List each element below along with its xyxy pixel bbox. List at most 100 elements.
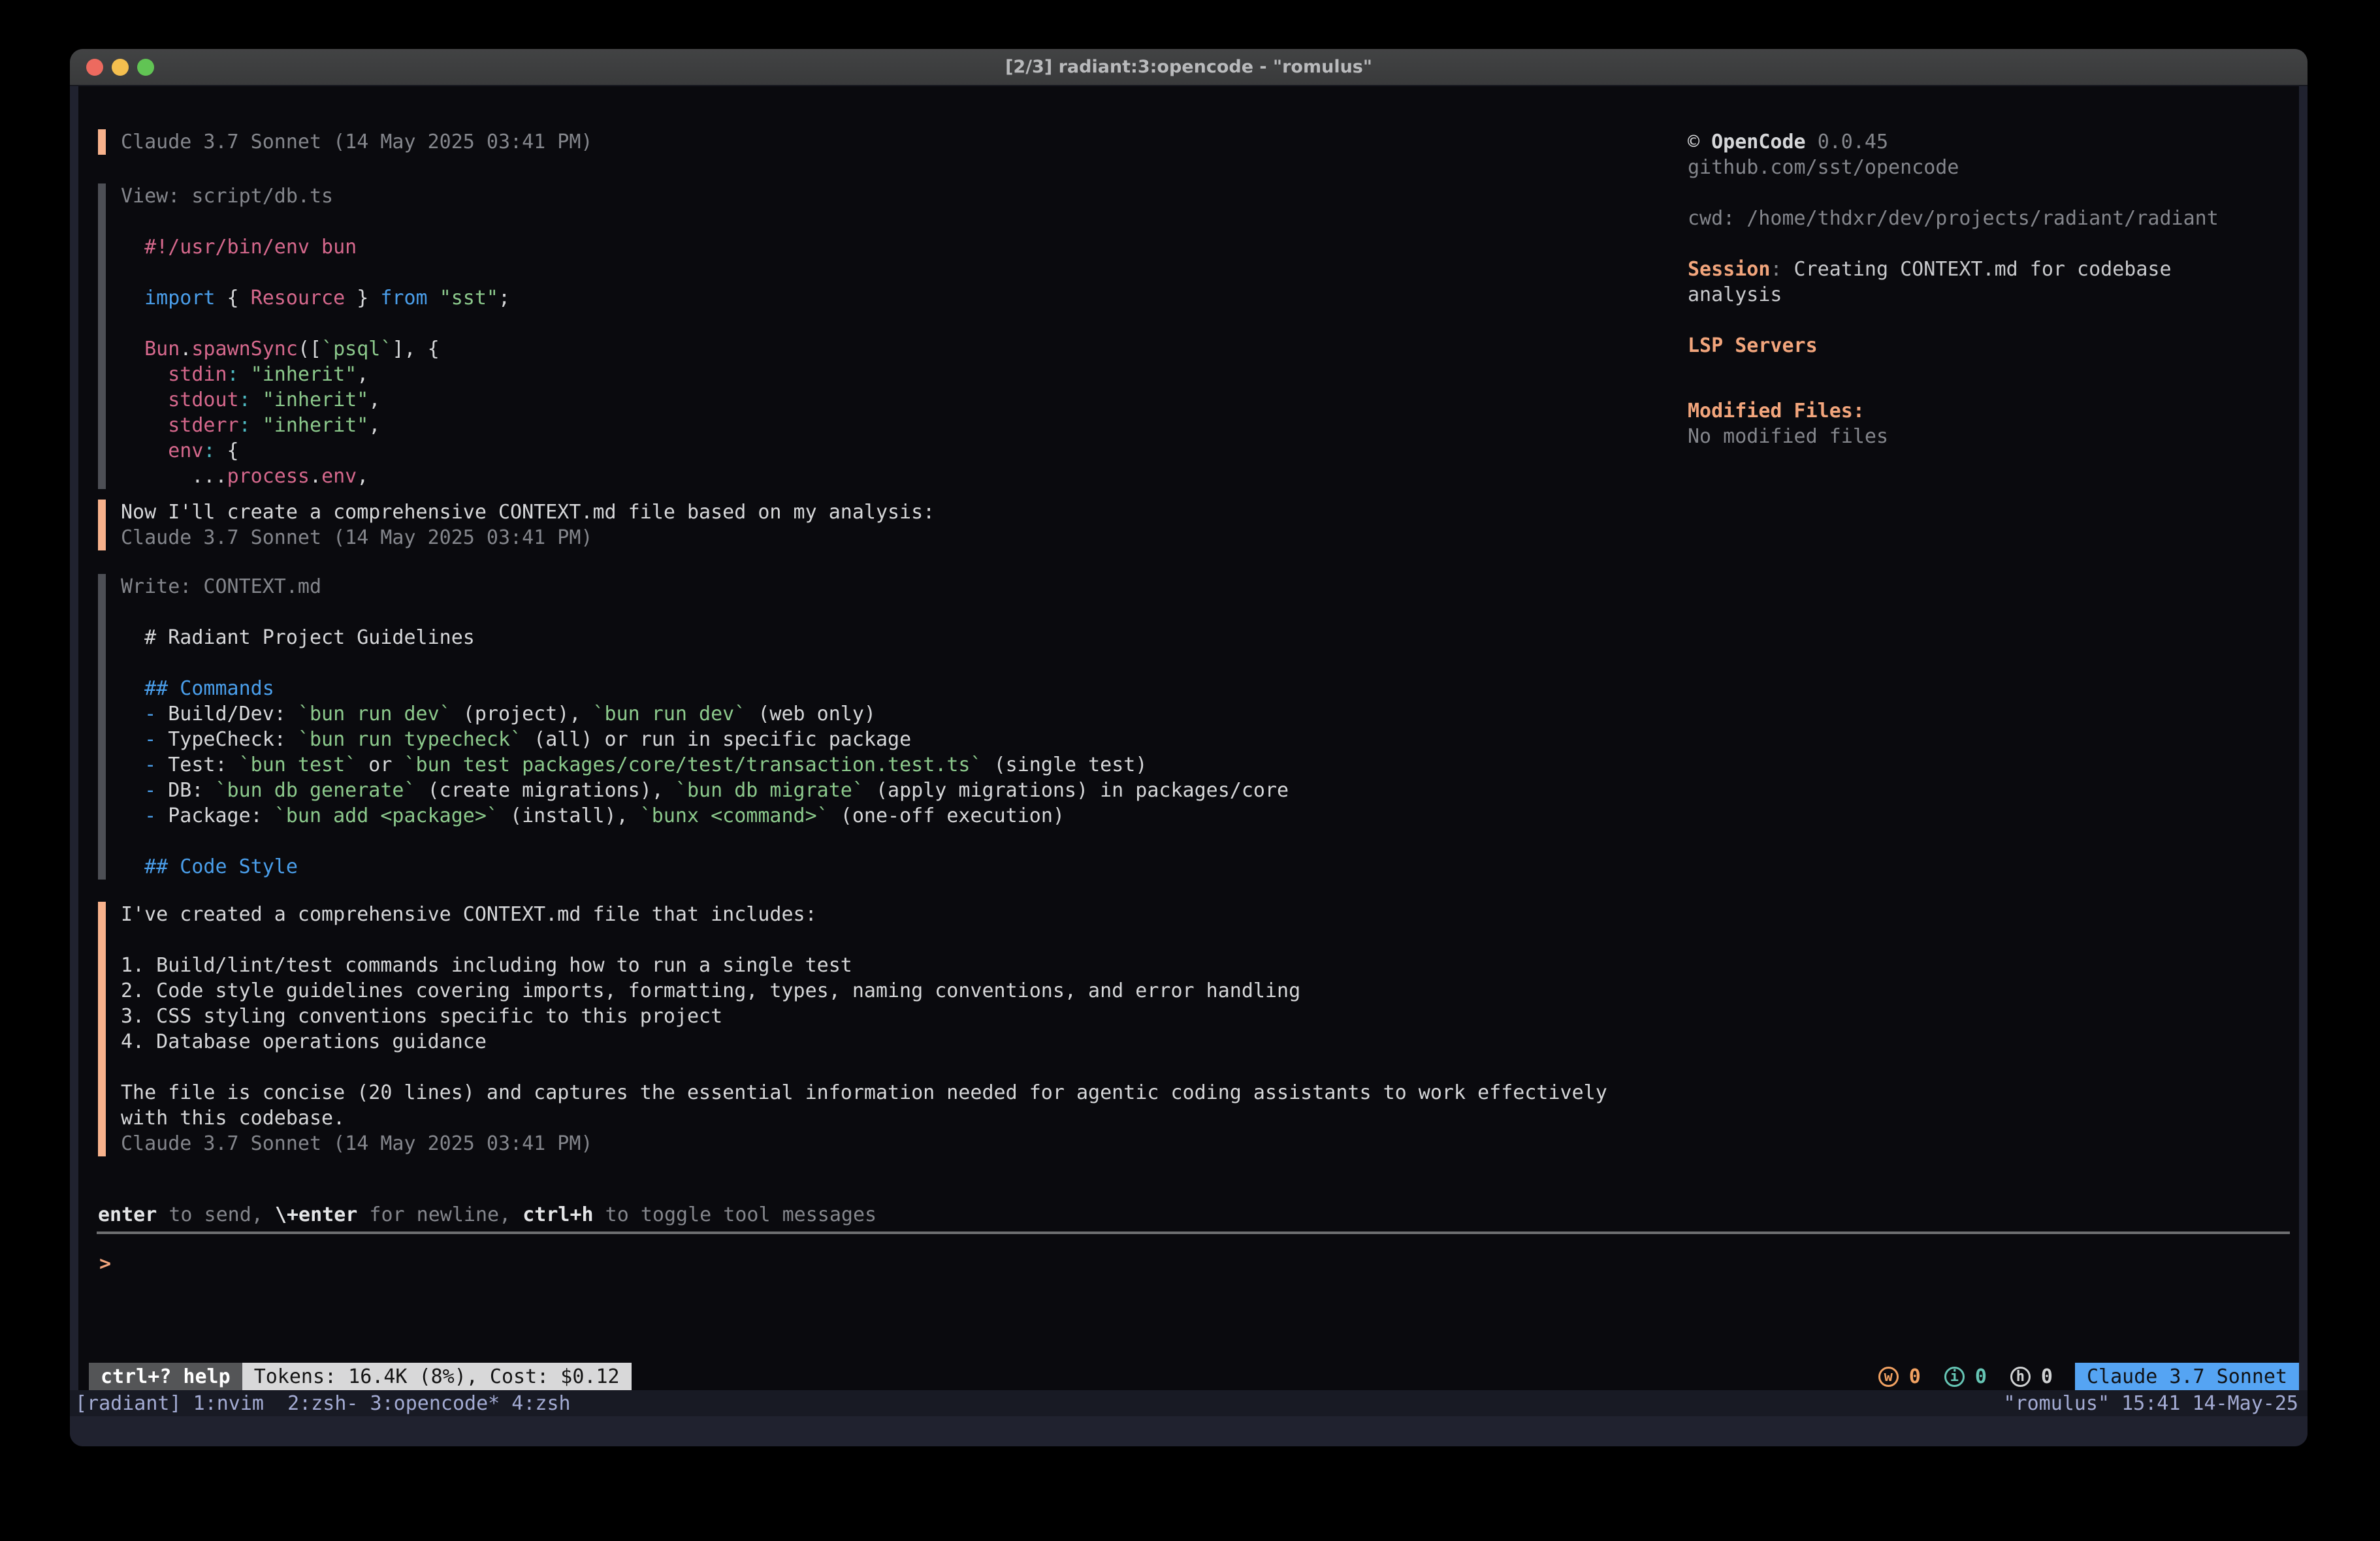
text-span: [251, 414, 263, 437]
terminal-line: - TypeCheck: `bun run typecheck` (all) o…: [121, 727, 1665, 752]
text-span: :: [239, 389, 251, 411]
text-span: .: [310, 465, 321, 488]
repo-link[interactable]: github.com/sst/opencode: [1688, 155, 2262, 180]
text-span: -: [121, 728, 156, 751]
terminal-line: ## Commands: [121, 676, 1665, 701]
text-span: #!/usr/bin/env bun: [121, 236, 357, 259]
text-span: Claude 3.7 Sonnet (14 May 2025 03:41 PM): [121, 526, 592, 549]
terminal-line: [121, 260, 1665, 285]
text-span: enter: [98, 1203, 157, 1226]
text-span: -: [121, 779, 156, 802]
text-span: `bun run typecheck`: [298, 728, 522, 751]
desktop-background: [2/3] radiant:3:opencode - "romulus" Cla…: [0, 0, 2380, 1541]
modified-files-heading: Modified Files:: [1688, 398, 2262, 424]
text-span: or: [357, 754, 404, 776]
assistant-message-tail: Claude 3.7 Sonnet (14 May 2025 03:41 PM): [98, 129, 1665, 155]
text-span: stdin: [121, 363, 227, 386]
text-span: }: [345, 287, 380, 310]
terminal-line: Claude 3.7 Sonnet (14 May 2025 03:41 PM): [121, 1131, 1665, 1156]
tmux-window-list[interactable]: [radiant] 1:nvim 2:zsh- 3:opencode* 4:zs…: [75, 1392, 571, 1415]
sidebar: © OpenCode 0.0.45 github.com/sst/opencod…: [1688, 129, 2262, 449]
text-span: -: [121, 703, 156, 725]
text-span: Resource: [251, 287, 346, 310]
text-span: process: [227, 465, 310, 488]
zoom-button[interactable]: [137, 59, 154, 76]
terminal-line: ## Code Style: [121, 854, 1665, 880]
terminal-line: 1. Build/lint/test commands including ho…: [121, 953, 1665, 978]
session-separator: :: [1770, 258, 1782, 281]
terminal-line: stdout: "inherit",: [121, 387, 1665, 413]
text-span: {: [216, 439, 239, 462]
cwd-line: cwd: /home/thdxr/dev/projects/radiant/ra…: [1688, 206, 2262, 231]
window-titlebar[interactable]: [2/3] radiant:3:opencode - "romulus": [70, 49, 2308, 86]
terminal-line: Now I'll create a comprehensive CONTEXT.…: [121, 500, 1665, 525]
text-span: ,: [357, 363, 368, 386]
text-span: ,: [368, 389, 380, 411]
prompt-symbol: >: [99, 1252, 111, 1275]
text-span: # Radiant Project Guidelines: [121, 626, 475, 649]
text-span: [251, 389, 263, 411]
terminal-line: Bun.spawnSync([`psql`], {: [121, 336, 1665, 362]
text-span: ], {: [392, 338, 439, 360]
text-span: "inherit": [251, 363, 357, 386]
text-span: (single test): [982, 754, 1148, 776]
terminal-line: import { Resource } from "sst";: [121, 285, 1665, 311]
text-span: from: [380, 287, 427, 310]
text-span: :: [227, 363, 239, 386]
terminal-line: [121, 927, 1665, 953]
diagnostic-w-counter: w0: [1878, 1364, 1921, 1390]
minimize-button[interactable]: [112, 59, 129, 76]
terminal-line: Claude 3.7 Sonnet (14 May 2025 03:41 PM): [121, 129, 1665, 155]
text-span: (all) or run in specific package: [522, 728, 911, 751]
terminal-line: View: script/db.ts: [121, 183, 1665, 209]
text-span: Build/Dev:: [156, 703, 298, 725]
text-span: Write: CONTEXT.md: [121, 575, 321, 598]
text-span: ;: [498, 287, 510, 310]
prompt-row: >: [99, 1251, 2299, 1277]
text-span: ## Code Style: [121, 855, 298, 878]
text-span: ([: [298, 338, 321, 360]
terminal-line: stdin: "inherit",: [121, 362, 1665, 387]
text-span: -: [121, 754, 156, 776]
text-span: `bun db migrate`: [675, 779, 864, 802]
text-span: \+enter: [275, 1203, 357, 1226]
close-button[interactable]: [86, 59, 103, 76]
text-span: `psql`: [321, 338, 392, 360]
text-span: import: [121, 287, 216, 310]
text-span: Now I'll create a comprehensive CONTEXT.…: [121, 501, 935, 524]
diagnostic-i-counter: i0: [1944, 1364, 1987, 1390]
conversation: Claude 3.7 Sonnet (14 May 2025 03:41 PM)…: [78, 86, 1665, 1156]
terminal-line: Write: CONTEXT.md: [121, 574, 1665, 599]
text-span: {: [216, 287, 251, 310]
terminal-line: 2. Code style guidelines covering import…: [121, 978, 1665, 1004]
terminal-line: stderr: "inherit",: [121, 413, 1665, 438]
diagnostic-h-counter: h0: [2010, 1364, 2053, 1390]
text-span: "inherit": [263, 414, 369, 437]
model-badge[interactable]: Claude 3.7 Sonnet: [2075, 1363, 2299, 1390]
tmux-status-bar: [radiant] 1:nvim 2:zsh- 3:opencode* 4:zs…: [70, 1390, 2308, 1416]
text-span: `bun test packages/core/test/transaction…: [404, 754, 982, 776]
text-span: (project),: [451, 703, 593, 725]
text-span: ## Commands: [121, 677, 274, 700]
modified-files-empty: No modified files: [1688, 424, 2262, 449]
text-span: :: [239, 414, 251, 437]
text-span: stderr: [121, 414, 239, 437]
terminal-line: - Package: `bun add <package>` (install)…: [121, 803, 1665, 829]
help-shortcut-badge[interactable]: ctrl+? help: [89, 1363, 242, 1390]
h-circle-icon: h: [2010, 1367, 2031, 1387]
text-span: View: script/db.ts: [121, 185, 333, 208]
text-span: stdout: [121, 389, 239, 411]
terminal-line: - Test: `bun test` or `bun test packages…: [121, 752, 1665, 778]
input-help-text: enter to send, \+enter for newline, ctrl…: [98, 1202, 2299, 1228]
terminal-line: [121, 209, 1665, 234]
text-span: [428, 287, 440, 310]
text-span: for newline,: [357, 1203, 523, 1226]
lsp-servers-heading: LSP Servers: [1688, 333, 2262, 358]
text-span: [239, 363, 251, 386]
text-span: `bun add <package>`: [274, 804, 498, 827]
terminal-line: [121, 650, 1665, 676]
text-span: -: [121, 804, 156, 827]
diagnostic-count: 0: [1975, 1364, 1987, 1390]
text-span: (apply migrations) in packages/core: [864, 779, 1289, 802]
terminal-line: Claude 3.7 Sonnet (14 May 2025 03:41 PM): [121, 525, 1665, 550]
